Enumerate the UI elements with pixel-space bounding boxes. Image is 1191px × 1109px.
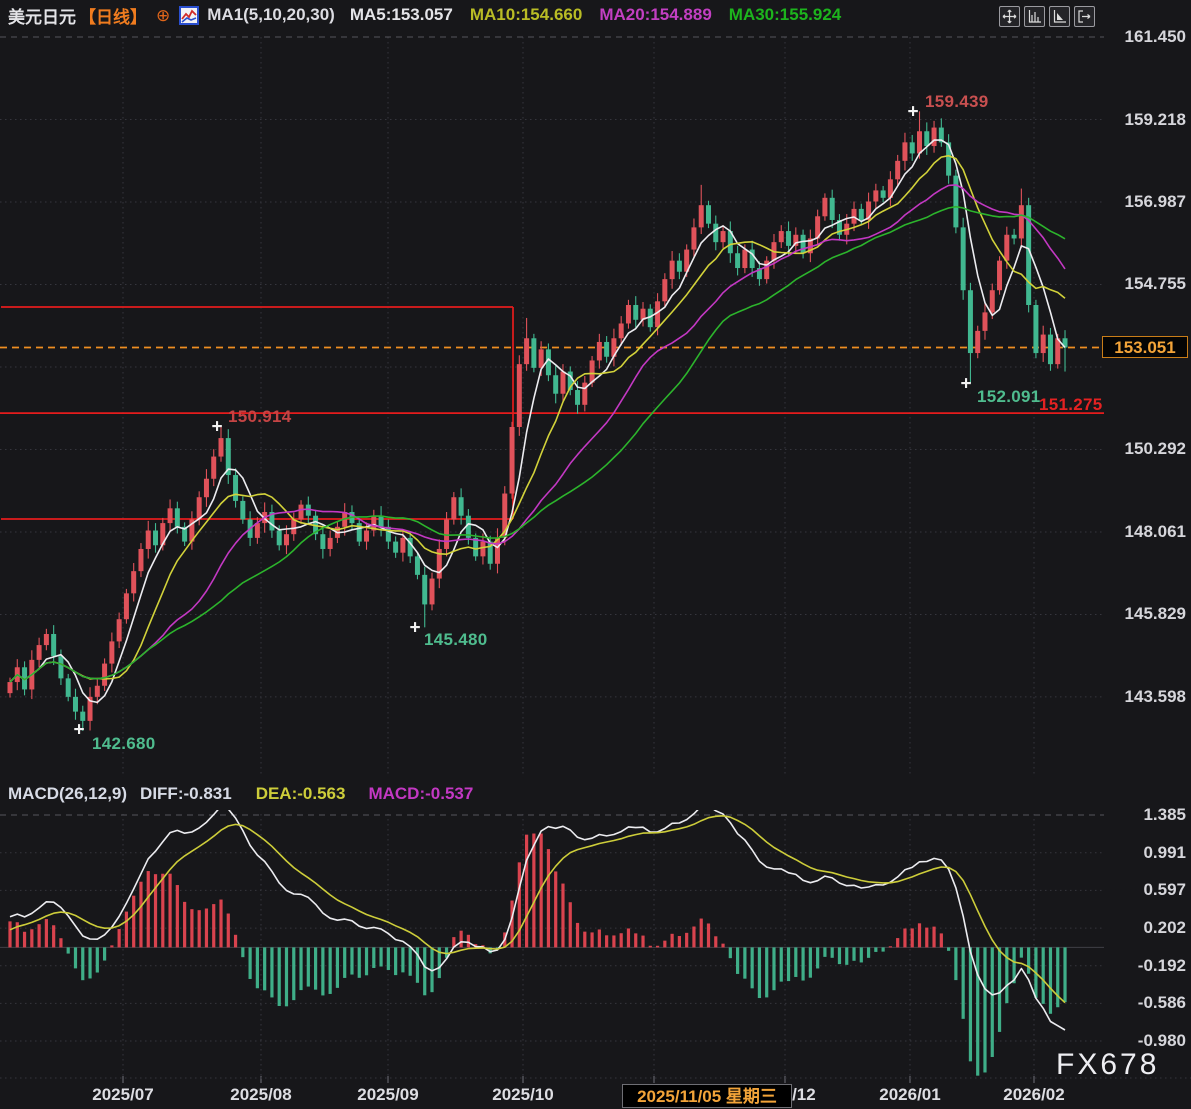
period-label[interactable]: 【日线】 xyxy=(79,3,147,28)
x-axis-scale-button[interactable] xyxy=(1049,6,1070,27)
price-annotation: 151.275 xyxy=(1039,395,1103,415)
annotation-cross-marker: + xyxy=(409,619,420,638)
chart-type-icon[interactable] xyxy=(179,6,199,25)
annotation-cross-marker: + xyxy=(960,375,971,394)
ma30-value: MA30:155.924 xyxy=(729,5,841,25)
macd-value: MACD:-0.537 xyxy=(368,784,473,804)
y-axis-label: 161.450 xyxy=(1104,27,1186,47)
price-annotation: 142.680 xyxy=(92,734,156,754)
x-axis-label: 2026/02 xyxy=(986,1085,1082,1105)
pop-out-icon xyxy=(1077,9,1092,24)
y-axis-scale-button[interactable] xyxy=(1024,6,1045,27)
price-annotation: 152.091 xyxy=(977,387,1041,407)
macd-axis-label: 0.991 xyxy=(1104,843,1186,863)
y-axis-label: 148.061 xyxy=(1104,522,1186,542)
diff-value: DIFF:-0.831 xyxy=(140,784,232,804)
dea-value: DEA:-0.563 xyxy=(256,784,346,804)
chart-toolbar xyxy=(999,6,1095,27)
macd-axis-label: 1.385 xyxy=(1104,805,1186,825)
macd-legend: MACD(26,12,9) DIFF:-0.831 DEA:-0.563 MAC… xyxy=(0,784,473,804)
y-axis-label: 145.829 xyxy=(1104,604,1186,624)
pan-move-button[interactable] xyxy=(999,6,1020,27)
y-axis-label: 159.218 xyxy=(1104,110,1186,130)
add-indicator-icon[interactable]: ⊕ xyxy=(156,7,170,24)
y-axis-label: 154.755 xyxy=(1104,274,1186,294)
symbol-title: 美元日元 xyxy=(8,3,76,28)
price-annotation: 159.439 xyxy=(925,92,989,112)
x-axis-label: 2025/09 xyxy=(340,1085,436,1105)
ma-settings-label: MA1(5,10,20,30) xyxy=(207,5,335,25)
macd-axis-label: 0.597 xyxy=(1104,880,1186,900)
x-axis-label: 2025/08 xyxy=(213,1085,309,1105)
macd-axis-label: 0.202 xyxy=(1104,918,1186,938)
pan-move-icon xyxy=(1002,9,1017,24)
y-axis-label: 156.987 xyxy=(1104,192,1186,212)
x-axis-label: 2026/01 xyxy=(862,1085,958,1105)
date-tooltip: 2025/11/05 星期三 xyxy=(622,1084,792,1108)
watermark-logo: FX678 xyxy=(1056,1048,1159,1082)
x-axis-scale-icon xyxy=(1052,9,1067,24)
annotation-cross-marker: + xyxy=(907,103,918,122)
ma10-value: MA10:154.660 xyxy=(470,5,582,25)
macd-axis-label: -0.586 xyxy=(1104,993,1186,1013)
chart-canvas[interactable] xyxy=(0,0,1191,1109)
annotation-cross-marker: + xyxy=(73,721,84,740)
last-price-tag: 153.051 xyxy=(1102,336,1188,358)
x-axis-label: 2025/10 xyxy=(475,1085,571,1105)
ma20-value: MA20:154.889 xyxy=(599,5,711,25)
annotation-cross-marker: + xyxy=(211,418,222,437)
price-annotation: 150.914 xyxy=(228,407,292,427)
macd-axis-label: -0.192 xyxy=(1104,956,1186,976)
macd-title: MACD(26,12,9) xyxy=(8,784,127,804)
trading-chart-window: 美元日元 【日线】 ⊕ MA1(5,10,20,30) MA5:153.057 … xyxy=(0,0,1191,1109)
y-axis-scale-icon xyxy=(1027,9,1042,24)
x-axis-label: 2025/07 xyxy=(75,1085,171,1105)
price-annotation: 145.480 xyxy=(424,630,488,650)
pop-out-button[interactable] xyxy=(1074,6,1095,27)
y-axis-label: 143.598 xyxy=(1104,687,1186,707)
ma5-value: MA5:153.057 xyxy=(350,5,453,25)
y-axis-label: 150.292 xyxy=(1104,439,1186,459)
